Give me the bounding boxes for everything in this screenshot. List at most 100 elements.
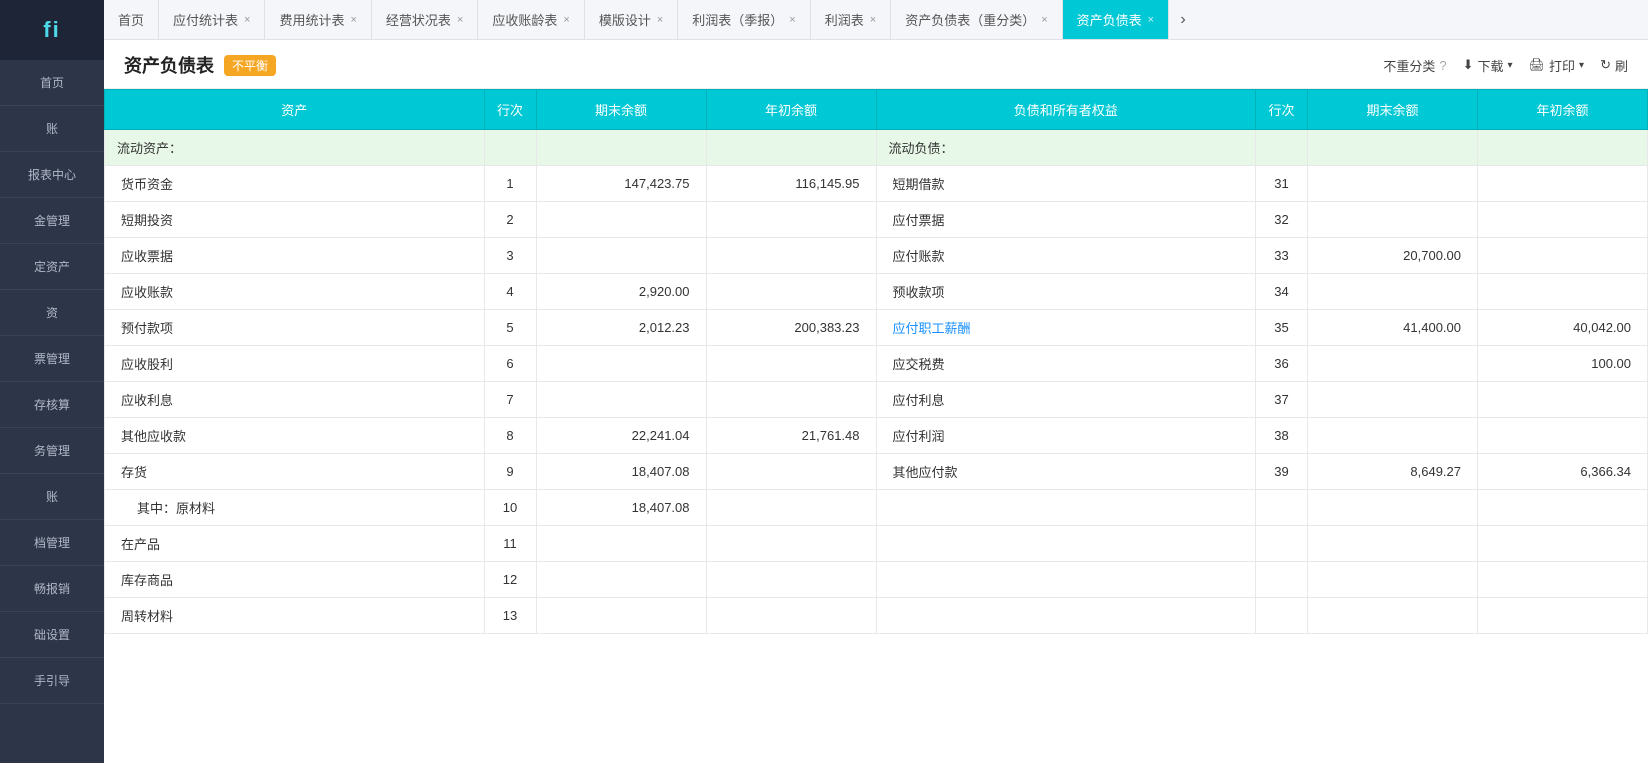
tab-expense-stats-close[interactable]: ×: [350, 14, 356, 26]
tab-expense-stats[interactable]: 费用统计表 ×: [265, 0, 371, 40]
right-end-balance: 41,400.00: [1308, 310, 1478, 346]
tab-profit[interactable]: 利润表 ×: [811, 0, 891, 40]
sidebar-item-basic-settings[interactable]: 础设置: [0, 612, 104, 658]
right-year-begin: 6,366.34: [1478, 454, 1648, 490]
right-name[interactable]: 应付职工薪酬: [876, 310, 1256, 346]
right-name-link[interactable]: 应付职工薪酬: [893, 321, 971, 336]
section-left-label: 流动资产：: [105, 130, 485, 166]
left-name: 周转材料: [105, 598, 485, 634]
col-liabilities: 负债和所有者权益: [876, 90, 1256, 130]
section-left-begin: [706, 130, 876, 166]
download-btn[interactable]: ⬇ 下载 ▾: [1463, 56, 1513, 75]
tab-balance-reclassified[interactable]: 资产负债表（重分类） ×: [891, 0, 1062, 40]
help-icon[interactable]: ?: [1439, 58, 1446, 73]
sidebar-item-capital[interactable]: 资: [0, 290, 104, 336]
left-row-num: 13: [484, 598, 536, 634]
right-end-balance: 8,649.27: [1308, 454, 1478, 490]
sidebar-item-home[interactable]: 首页: [0, 60, 104, 106]
right-name: 应付利润: [876, 418, 1256, 454]
tab-operations[interactable]: 经营状况表 ×: [372, 0, 478, 40]
right-row-num: 38: [1256, 418, 1308, 454]
left-name: 应收股利: [105, 346, 485, 382]
right-year-begin: 100.00: [1478, 346, 1648, 382]
table-row: 库存商品 12: [105, 562, 1648, 598]
left-row-num: 6: [484, 346, 536, 382]
sidebar-item-fund-mgmt[interactable]: 金管理: [0, 198, 104, 244]
header-actions: 不重分类 ? ⬇ 下载 ▾ 🖨 打印 ▾ ↻ 刷: [1383, 56, 1628, 75]
left-name: 其他应收款: [105, 418, 485, 454]
left-year-begin: [706, 274, 876, 310]
right-row-num: [1256, 598, 1308, 634]
right-end-balance: [1308, 526, 1478, 562]
print-btn[interactable]: 🖨 打印 ▾: [1529, 56, 1585, 75]
sidebar-item-ledger[interactable]: 账: [0, 474, 104, 520]
right-name: 应付账款: [876, 238, 1256, 274]
tab-operations-label: 经营状况表: [386, 10, 451, 29]
col-year-begin-left: 年初余额: [706, 90, 876, 130]
tab-profit-quarterly-close[interactable]: ×: [789, 14, 795, 26]
right-year-begin: 40,042.00: [1478, 310, 1648, 346]
right-name: 应交税费: [876, 346, 1256, 382]
right-row-num: 33: [1256, 238, 1308, 274]
tab-profit-close[interactable]: ×: [870, 14, 876, 26]
tab-template-design-close[interactable]: ×: [657, 14, 663, 26]
tab-operations-close[interactable]: ×: [457, 14, 463, 26]
left-end-balance: [536, 346, 706, 382]
tab-balance-sheet-close[interactable]: ×: [1148, 14, 1154, 26]
right-year-begin: [1478, 274, 1648, 310]
left-row-num: 3: [484, 238, 536, 274]
table-row: 周转材料 13: [105, 598, 1648, 634]
right-row-num: [1256, 526, 1308, 562]
left-year-begin: [706, 202, 876, 238]
no-reclassify-btn[interactable]: 不重分类 ?: [1383, 56, 1446, 75]
print-label: 打印: [1549, 56, 1575, 75]
left-end-balance: [536, 238, 706, 274]
tab-home[interactable]: 首页: [104, 0, 159, 40]
left-year-begin: [706, 346, 876, 382]
tab-profit-quarterly-label: 利润表（季报）: [692, 10, 783, 29]
col-row-right: 行次: [1256, 90, 1308, 130]
sidebar-item-fixed-assets[interactable]: 定资产: [0, 244, 104, 290]
sidebar-item-ticket-mgmt[interactable]: 票管理: [0, 336, 104, 382]
left-end-balance: [536, 202, 706, 238]
page-title-area: 资产负债表 不平衡: [124, 52, 276, 78]
tab-receivable-aging[interactable]: 应收账龄表 ×: [478, 0, 584, 40]
sidebar-item-inventory[interactable]: 存核算: [0, 382, 104, 428]
tab-payable-stats[interactable]: 应付统计表 ×: [159, 0, 265, 40]
table-row: 预付款项 5 2,012.23 200,383.23 应付职工薪酬 35 41,…: [105, 310, 1648, 346]
refresh-btn[interactable]: ↻ 刷: [1600, 56, 1628, 75]
right-row-num: 37: [1256, 382, 1308, 418]
left-name: 短期投资: [105, 202, 485, 238]
sidebar-item-affairs-mgmt[interactable]: 务管理: [0, 428, 104, 474]
right-year-begin: [1478, 238, 1648, 274]
left-name: 存货: [105, 454, 485, 490]
sidebar-item-account[interactable]: 账: [0, 106, 104, 152]
right-year-begin: [1478, 526, 1648, 562]
tab-nav-arrow[interactable]: ›: [1169, 0, 1197, 40]
right-row-num: 35: [1256, 310, 1308, 346]
sidebar-item-expense[interactable]: 畅报销: [0, 566, 104, 612]
sidebar-item-guide[interactable]: 手引导: [0, 658, 104, 704]
page-title: 资产负债表: [124, 52, 214, 78]
download-label: 下载: [1477, 56, 1503, 75]
tab-balance-sheet[interactable]: 资产负债表 ×: [1063, 0, 1169, 40]
left-name: 货币资金: [105, 166, 485, 202]
left-row-num: 10: [484, 490, 536, 526]
tab-payable-stats-close[interactable]: ×: [244, 14, 250, 26]
tab-profit-quarterly[interactable]: 利润表（季报） ×: [678, 0, 810, 40]
tab-balance-reclassified-close[interactable]: ×: [1041, 14, 1047, 26]
refresh-icon: ↻: [1600, 57, 1611, 73]
tab-template-design[interactable]: 模版设计 ×: [585, 0, 678, 40]
col-end-balance-left: 期末余额: [536, 90, 706, 130]
refresh-label: 刷: [1615, 56, 1628, 75]
right-name: 预收款项: [876, 274, 1256, 310]
sidebar-item-report-center[interactable]: 报表中心: [0, 152, 104, 198]
sidebar-item-archive-mgmt[interactable]: 档管理: [0, 520, 104, 566]
right-end-balance: [1308, 202, 1478, 238]
right-end-balance: [1308, 382, 1478, 418]
content-area: 资产负债表 不平衡 不重分类 ? ⬇ 下载 ▾ 🖨 打印 ▾: [104, 40, 1648, 763]
right-name: 应付利息: [876, 382, 1256, 418]
page-header: 资产负债表 不平衡 不重分类 ? ⬇ 下载 ▾ 🖨 打印 ▾: [104, 40, 1648, 89]
left-row-num: 11: [484, 526, 536, 562]
tab-receivable-aging-close[interactable]: ×: [563, 14, 569, 26]
